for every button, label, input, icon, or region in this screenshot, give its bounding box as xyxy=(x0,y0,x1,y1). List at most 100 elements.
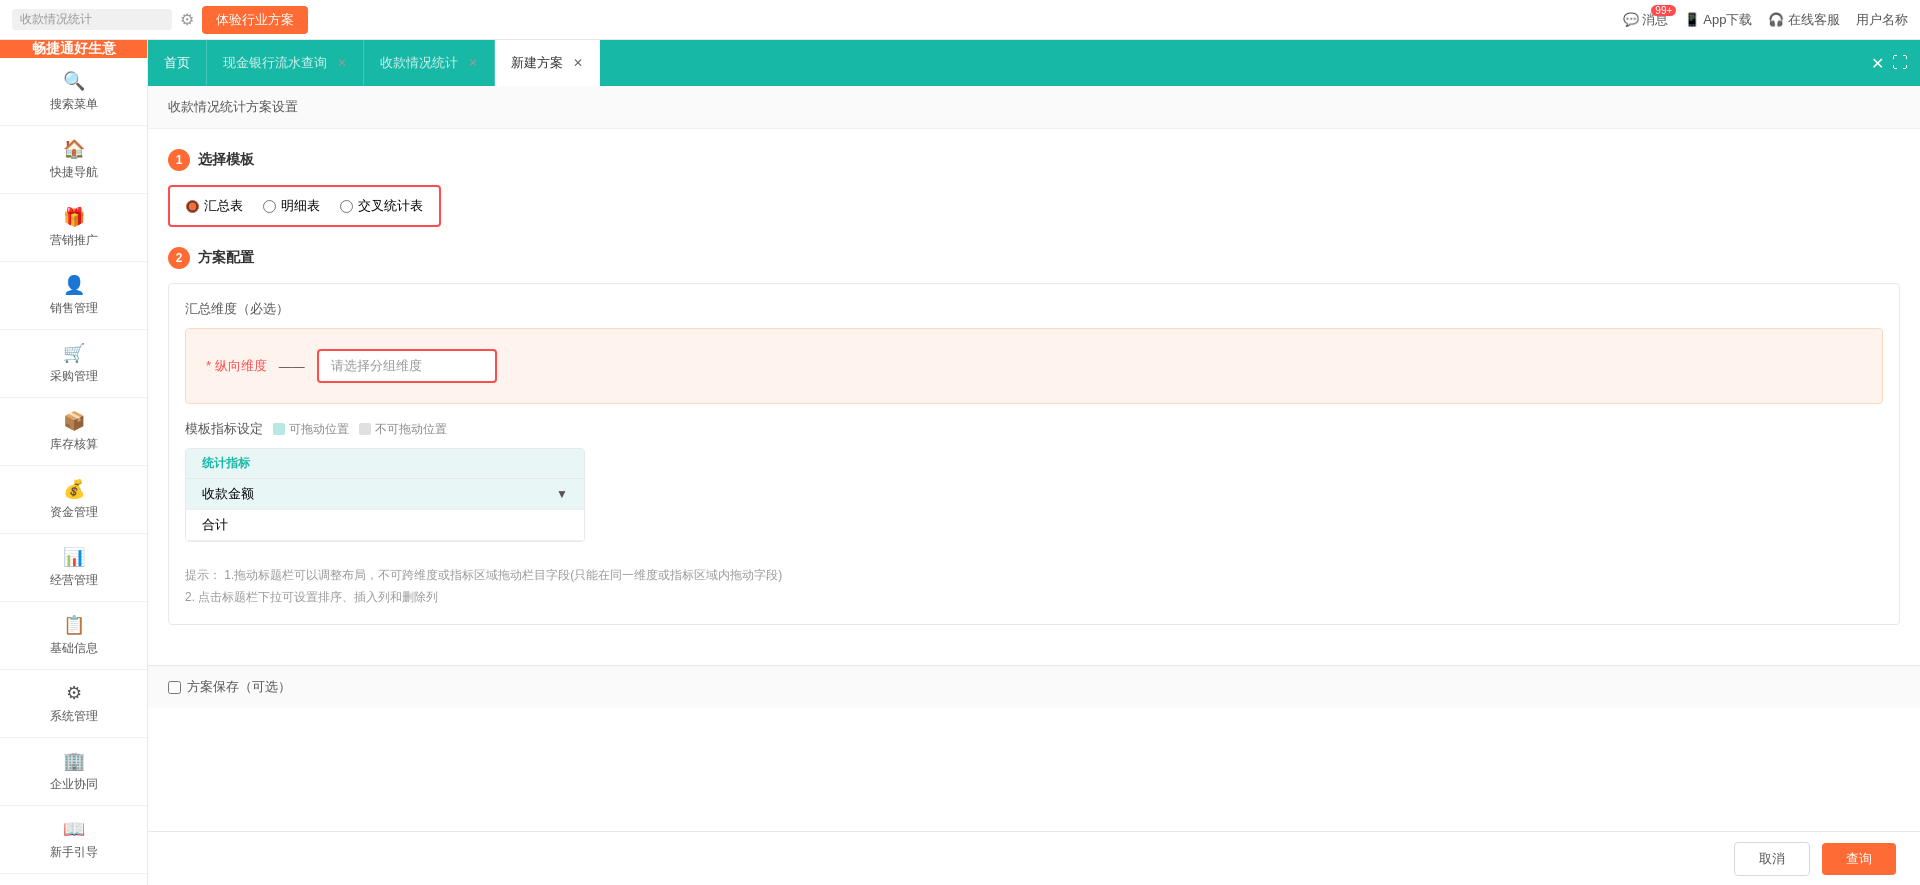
form-container: 1 选择模板 汇总表 明细表 xyxy=(148,129,1920,665)
sidebar: 畅捷通好生意 🔍 搜索菜单 🏠 快捷导航 🎁 营销推广 👤 销售管理 🛒 采购管… xyxy=(0,40,148,885)
sidebar-item-basic-info[interactable]: 📋 基础信息 xyxy=(0,602,147,670)
tab-collection-stat-close[interactable]: ✕ xyxy=(468,56,478,70)
sidebar-item-purchase[interactable]: 🛒 采购管理 xyxy=(0,330,147,398)
step1-header: 1 选择模板 xyxy=(168,149,1900,171)
radio-detail-input[interactable] xyxy=(263,200,276,213)
system-icon: ⚙ xyxy=(66,682,82,704)
dimension-label: 汇总维度（必选） xyxy=(185,300,1883,318)
sidebar-item-finance[interactable]: 💰 资金管理 xyxy=(0,466,147,534)
address-bar[interactable]: 收款情况统计 xyxy=(12,9,172,30)
indicator-row-total: 合计 xyxy=(186,510,584,541)
tip-2: 2. 点击标题栏下拉可设置排序、插入列和删除列 xyxy=(185,587,1883,609)
inventory-icon: 📦 xyxy=(63,410,85,432)
notification-badge: 99+ xyxy=(1651,5,1676,16)
finance-icon: 💰 xyxy=(63,478,85,500)
purchase-icon: 🛒 xyxy=(63,342,85,364)
step1-section: 1 选择模板 汇总表 明细表 xyxy=(168,149,1900,227)
tab-bar-right: ✕ ⛶ xyxy=(1871,40,1920,86)
indicator-row-amount[interactable]: 收款金额 ▼ xyxy=(186,479,584,510)
search-menu-icon: 🔍 xyxy=(63,70,85,92)
query-button[interactable]: 查询 xyxy=(1822,843,1896,875)
config-section: 汇总维度（必选） * 纵向维度 —— 请选择分组维度 xyxy=(168,283,1900,625)
top-bar-left: 收款情况统计 ⚙ 体验行业方案 xyxy=(12,6,308,34)
sidebar-item-guide[interactable]: 📖 新手引导 xyxy=(0,806,147,874)
tab-new-plan[interactable]: 新建方案 ✕ xyxy=(495,40,600,86)
user-info[interactable]: 用户名称 xyxy=(1856,11,1908,29)
tab-new-plan-close[interactable]: ✕ xyxy=(573,56,583,70)
step1-title: 选择模板 xyxy=(198,151,254,169)
save-plan-checkbox-label[interactable]: 方案保存（可选） xyxy=(168,678,291,696)
sidebar-item-inventory[interactable]: 📦 库存核算 xyxy=(0,398,147,466)
marketing-icon: 🎁 xyxy=(63,206,85,228)
sidebar-logo: 畅捷通好生意 xyxy=(0,40,147,58)
gear-icon[interactable]: ⚙ xyxy=(180,10,194,29)
step2-circle: 2 xyxy=(168,247,190,269)
step2-section: 2 方案配置 汇总维度（必选） * 纵向维度 —— xyxy=(168,247,1900,625)
tab-expand-icon[interactable]: ⛶ xyxy=(1892,54,1908,72)
download-icon: 📱 xyxy=(1684,12,1700,27)
legend-fixed: 不可拖动位置 xyxy=(359,421,447,438)
radio-summary-input[interactable] xyxy=(186,200,199,213)
tab-close-all-icon[interactable]: ✕ xyxy=(1871,54,1884,73)
page-content: 收款情况统计方案设置 1 选择模板 汇总 xyxy=(148,86,1920,831)
enterprise-icon: 🏢 xyxy=(63,750,85,772)
top-bar: 收款情况统计 ⚙ 体验行业方案 💬 消息 99+ 📱 App下载 🎧 在线客服 … xyxy=(0,0,1920,40)
indicator-section: 模板指标设定 可拖动位置 不可拖动位置 xyxy=(185,420,1883,545)
indicator-table: 统计指标 收款金额 ▼ 合计 xyxy=(185,448,585,542)
vertical-dim-select[interactable]: 请选择分组维度 xyxy=(317,349,497,383)
action-bar: 取消 查询 xyxy=(148,831,1920,885)
dimension-arrow: —— xyxy=(279,359,305,374)
dimension-row: * 纵向维度 —— 请选择分组维度 xyxy=(206,349,1862,383)
sidebar-item-operations[interactable]: 📊 经营管理 xyxy=(0,534,147,602)
app-download-link[interactable]: 📱 App下载 xyxy=(1684,11,1752,29)
radio-cross-input[interactable] xyxy=(340,200,353,213)
save-plan-checkbox[interactable] xyxy=(168,681,181,694)
quick-nav-icon: 🏠 xyxy=(63,138,85,160)
message-icon: 💬 xyxy=(1623,12,1639,27)
content-area: 首页 现金银行流水查询 ✕ 收款情况统计 ✕ 新建方案 ✕ ✕ ⛶ 收款情况统计… xyxy=(148,40,1920,885)
step2-header: 2 方案配置 xyxy=(168,247,1900,269)
sidebar-item-smart-hw[interactable]: 🖥 智能硬件 xyxy=(0,874,147,885)
dimension-area: * 纵向维度 —— 请选择分组维度 xyxy=(185,328,1883,404)
trial-button[interactable]: 体验行业方案 xyxy=(202,6,308,34)
amount-dropdown-icon[interactable]: ▼ xyxy=(556,487,568,501)
legend-movable: 可拖动位置 xyxy=(273,421,349,438)
tab-collection-stat[interactable]: 收款情况统计 ✕ xyxy=(364,40,495,86)
sidebar-item-marketing[interactable]: 🎁 营销推广 xyxy=(0,194,147,262)
indicator-label-row: 模板指标设定 可拖动位置 不可拖动位置 xyxy=(185,420,1883,438)
indicator-table-header: 统计指标 xyxy=(186,449,584,479)
radio-detail[interactable]: 明细表 xyxy=(263,197,320,215)
tab-bank-flow[interactable]: 现金银行流水查询 ✕ xyxy=(207,40,364,86)
fixed-legend-dot xyxy=(359,423,371,435)
online-support-link[interactable]: 🎧 在线客服 xyxy=(1768,11,1840,29)
movable-legend-dot xyxy=(273,423,285,435)
sidebar-item-enterprise[interactable]: 🏢 企业协同 xyxy=(0,738,147,806)
cancel-button[interactable]: 取消 xyxy=(1734,842,1810,876)
sales-icon: 👤 xyxy=(63,274,85,296)
step1-circle: 1 xyxy=(168,149,190,171)
tip-1: 提示： 1.拖动标题栏可以调整布局，不可跨维度或指标区域拖动栏目字段(只能在同一… xyxy=(185,565,1883,587)
vertical-dim-label: * 纵向维度 xyxy=(206,357,267,375)
basic-info-icon: 📋 xyxy=(63,614,85,636)
main-layout: 畅捷通好生意 🔍 搜索菜单 🏠 快捷导航 🎁 营销推广 👤 销售管理 🛒 采购管… xyxy=(0,40,1920,885)
sidebar-item-quick-nav[interactable]: 🏠 快捷导航 xyxy=(0,126,147,194)
sidebar-item-system[interactable]: ⚙ 系统管理 xyxy=(0,670,147,738)
template-radio-group: 汇总表 明细表 交叉统计表 xyxy=(186,197,423,215)
operations-icon: 📊 xyxy=(63,546,85,568)
sidebar-item-sales[interactable]: 👤 销售管理 xyxy=(0,262,147,330)
support-icon: 🎧 xyxy=(1768,12,1784,27)
radio-cross[interactable]: 交叉统计表 xyxy=(340,197,423,215)
step2-title: 方案配置 xyxy=(198,249,254,267)
tab-bank-flow-close[interactable]: ✕ xyxy=(337,56,347,70)
notification-area[interactable]: 💬 消息 99+ xyxy=(1623,11,1669,29)
top-bar-right: 💬 消息 99+ 📱 App下载 🎧 在线客服 用户名称 xyxy=(1623,11,1908,29)
sidebar-item-search-menu[interactable]: 🔍 搜索菜单 xyxy=(0,58,147,126)
template-selection-box: 汇总表 明细表 交叉统计表 xyxy=(168,185,441,227)
tab-bar: 首页 现金银行流水查询 ✕ 收款情况统计 ✕ 新建方案 ✕ ✕ ⛶ xyxy=(148,40,1920,86)
tips-section: 提示： 1.拖动标题栏可以调整布局，不可跨维度或指标区域拖动栏目字段(只能在同一… xyxy=(185,565,1883,608)
page-footer: 方案保存（可选） xyxy=(148,665,1920,708)
guide-icon: 📖 xyxy=(63,818,85,840)
radio-summary[interactable]: 汇总表 xyxy=(186,197,243,215)
tab-home[interactable]: 首页 xyxy=(148,40,207,86)
page-header: 收款情况统计方案设置 xyxy=(148,86,1920,129)
